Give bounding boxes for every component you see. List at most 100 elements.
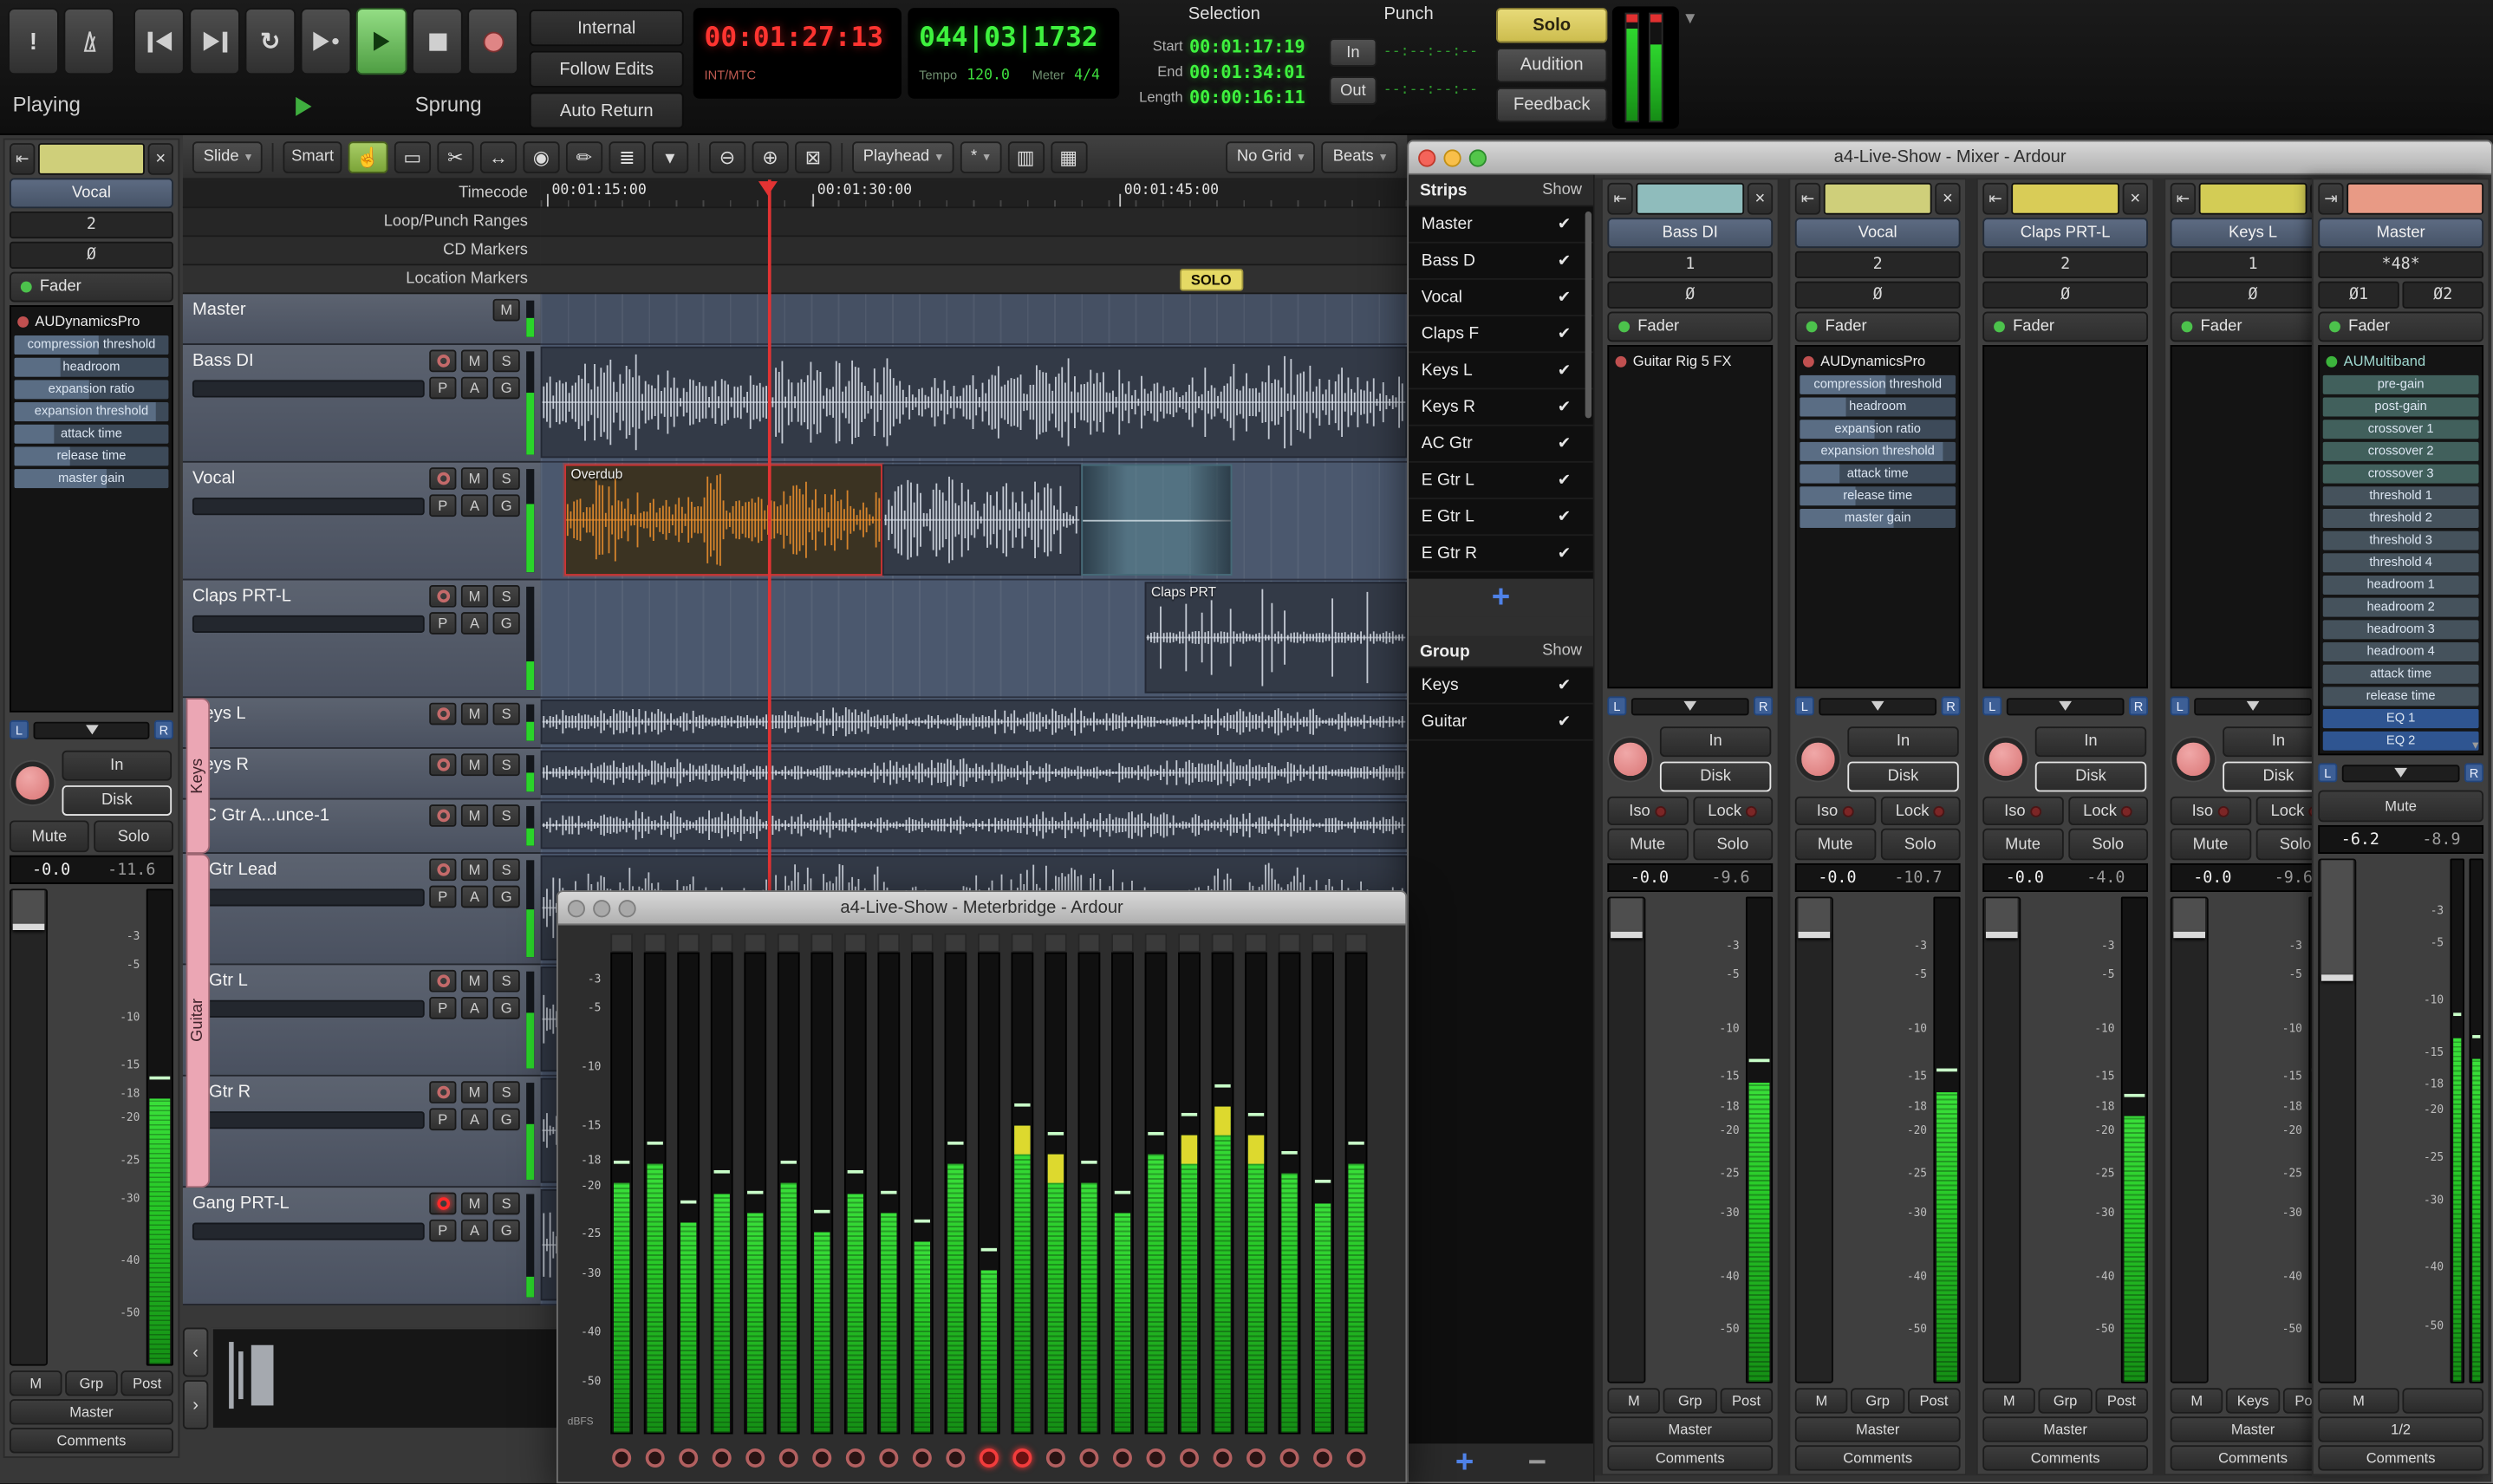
fader-handle[interactable]	[1611, 932, 1643, 939]
disk-monitor-button[interactable]: Disk	[1847, 760, 1959, 791]
record-arm-button[interactable]	[1609, 737, 1652, 780]
group-button[interactable]: Grp	[1851, 1388, 1904, 1414]
track-automation-button[interactable]: A	[460, 494, 489, 517]
strip-list-item-vocal[interactable]: Vocal ✔	[1409, 280, 1593, 317]
plugin-control[interactable]: EQ 1	[2322, 709, 2479, 729]
audio-region-claps-prt[interactable]: Claps PRT	[1144, 582, 1408, 693]
goto-start-button[interactable]	[133, 8, 185, 75]
selection-length-value[interactable]: 00:00:16:11	[1189, 87, 1305, 107]
strip-name-button[interactable]: Bass DI	[1607, 218, 1774, 249]
pan-left-button[interactable]: L	[2318, 763, 2338, 783]
mixer-strips-view-icon[interactable]: ▥	[1007, 140, 1045, 173]
gain-fader[interactable]	[1794, 896, 1833, 1383]
strip-list-item-master[interactable]: Master ✔	[1409, 206, 1593, 244]
tool-draw[interactable]: ✏	[565, 140, 602, 173]
meterbridge-record-button[interactable]	[877, 1448, 900, 1468]
plugin-row[interactable]: AUDynamicsPro	[1800, 350, 1956, 373]
grid-mode-dropdown[interactable]: No Grid ▾	[1226, 140, 1316, 173]
input-monitor-button[interactable]: In	[1847, 726, 1959, 757]
plugin-control[interactable]: expansion threshold	[1800, 441, 1956, 461]
track-lane-bass-di[interactable]	[540, 345, 1408, 463]
pan-left-button[interactable]: L	[1607, 696, 1627, 716]
pan-left-button[interactable]: L	[2170, 696, 2190, 716]
post-button[interactable]: Post	[120, 1370, 173, 1396]
meterbridge-record-button[interactable]	[1078, 1448, 1101, 1468]
track-mute-button[interactable]: M	[460, 702, 489, 726]
plugin-control[interactable]: expansion ratio	[14, 380, 169, 400]
timecode-clock[interactable]: 00:01:27:13 INT/MTC	[693, 8, 902, 99]
plugin-control[interactable]: release time	[1800, 486, 1956, 506]
group-button[interactable]	[2402, 1388, 2484, 1414]
track-record-arm-button[interactable]	[429, 584, 457, 608]
solo-button[interactable]: Solo	[1879, 828, 1961, 861]
pan-slider[interactable]	[1631, 697, 1749, 715]
track-mute-button[interactable]: M	[460, 349, 489, 373]
fader-handle[interactable]	[2321, 974, 2353, 981]
track-header-ac-gtr-a-unce-1[interactable]: AC Gtr A...unce-1 M S	[182, 799, 541, 854]
group-button[interactable]: Grp	[1663, 1388, 1717, 1414]
processor-scroll-icon[interactable]: ▾	[2472, 738, 2478, 752]
tool-stretch[interactable]: ↔	[479, 140, 517, 173]
track-solo-button[interactable]: S	[492, 858, 520, 882]
track-group-button[interactable]: G	[492, 1108, 520, 1131]
track-group-button[interactable]: G	[492, 376, 520, 400]
plugin-control[interactable]: headroom	[1800, 397, 1956, 417]
pan-left-button[interactable]: L	[10, 719, 29, 739]
plugin-control[interactable]: crossover 1	[2322, 420, 2479, 439]
metering-point-button[interactable]: M	[10, 1370, 62, 1396]
plugin-control[interactable]: headroom 4	[2322, 642, 2479, 662]
track-header-claps-prt-l[interactable]: Claps PRT-L M S P A G	[182, 580, 541, 699]
zoom-fit-button[interactable]: ⊠	[794, 140, 832, 173]
meterbridge-record-button[interactable]	[1178, 1448, 1201, 1468]
mute-button[interactable]: Mute	[2318, 790, 2484, 823]
strip-visible-check[interactable]: ✔	[1558, 325, 1580, 342]
strip-visible-check[interactable]: ✔	[1558, 435, 1580, 452]
group-list-item-guitar[interactable]: Guitar ✔	[1409, 705, 1593, 741]
track-solo-button[interactable]: S	[492, 467, 520, 490]
mixer-titlebar[interactable]: a4-Live-Show - Mixer - Ardour	[1409, 141, 2492, 175]
ruler-location-markers[interactable]: SOLO	[540, 265, 1408, 295]
punch-out-button[interactable]: Out	[1329, 76, 1377, 106]
strip-visible-check[interactable]: ✔	[1558, 252, 1580, 270]
track-header-keys-l[interactable]: Keys L MS	[182, 698, 541, 749]
punch-in-button[interactable]: In	[1329, 38, 1377, 68]
processor-box[interactable]: Guitar Rig 5 FX	[1607, 345, 1774, 689]
track-playlist-button[interactable]: P	[429, 1219, 457, 1242]
strip-list-item-keys-l[interactable]: Keys L ✔	[1409, 353, 1593, 390]
plugin-row[interactable]: Guitar Rig 5 FX	[1612, 350, 1768, 373]
pan-slider[interactable]	[33, 720, 150, 739]
output-button[interactable]: Master	[10, 1399, 173, 1425]
strip-close-button[interactable]: ×	[1747, 182, 1774, 215]
tool-contents[interactable]: ≣	[609, 140, 646, 173]
add-group-button[interactable]: +	[1455, 1447, 1474, 1479]
track-header-bass-di[interactable]: Bass DI M S P A G	[182, 345, 541, 463]
strip-color-swatch[interactable]	[2011, 182, 2119, 215]
pan-right-button[interactable]: R	[1754, 696, 1774, 716]
track-automation-button[interactable]: A	[460, 376, 489, 400]
editor-strip-vocal[interactable]: ⇤ × Vocal 2 Ø Fader AUDynamicsPro compression t…	[3, 138, 180, 1458]
meterbridge-record-button[interactable]	[1212, 1448, 1234, 1468]
processor-box[interactable]: AUDynamicsPro compression threshold headro…	[1794, 345, 1961, 689]
input-monitor-button[interactable]: In	[2034, 726, 2147, 757]
mute-button[interactable]: Mute	[10, 820, 89, 853]
track-lane-keys-r[interactable]	[540, 748, 1408, 800]
plugin-control[interactable]: attack time	[1800, 464, 1956, 484]
output-button[interactable]: Master	[1607, 1416, 1774, 1442]
phase-button[interactable]: Ø	[1794, 281, 1961, 309]
strip-list-item-bass-d[interactable]: Bass D ✔	[1409, 244, 1593, 280]
output-chevron-icon[interactable]: ⇥	[2318, 182, 2344, 215]
record-arm-button[interactable]	[1984, 737, 2028, 780]
pan-left-button[interactable]: L	[1794, 696, 1814, 716]
input-chevron-icon[interactable]: ⇤	[1794, 182, 1821, 215]
strip-visible-check[interactable]: ✔	[1558, 361, 1580, 379]
mute-button[interactable]: Mute	[1982, 828, 2063, 861]
track-header-e-gtr-l[interactable]: E Gtr L MS PAG	[182, 965, 541, 1077]
mute-button[interactable]: Mute	[1794, 828, 1876, 861]
track-record-arm-button[interactable]	[429, 858, 457, 882]
strip-color-swatch[interactable]	[2347, 182, 2484, 215]
metering-point-button[interactable]: M	[1794, 1388, 1848, 1414]
track-record-arm-button[interactable]	[429, 753, 457, 777]
track-header-e-gtr-lead[interactable]: E Gtr Lead M S P A G	[182, 853, 541, 966]
track-record-arm-button[interactable]	[429, 969, 457, 993]
audition-indicator-button[interactable]: Audition	[1495, 48, 1608, 83]
